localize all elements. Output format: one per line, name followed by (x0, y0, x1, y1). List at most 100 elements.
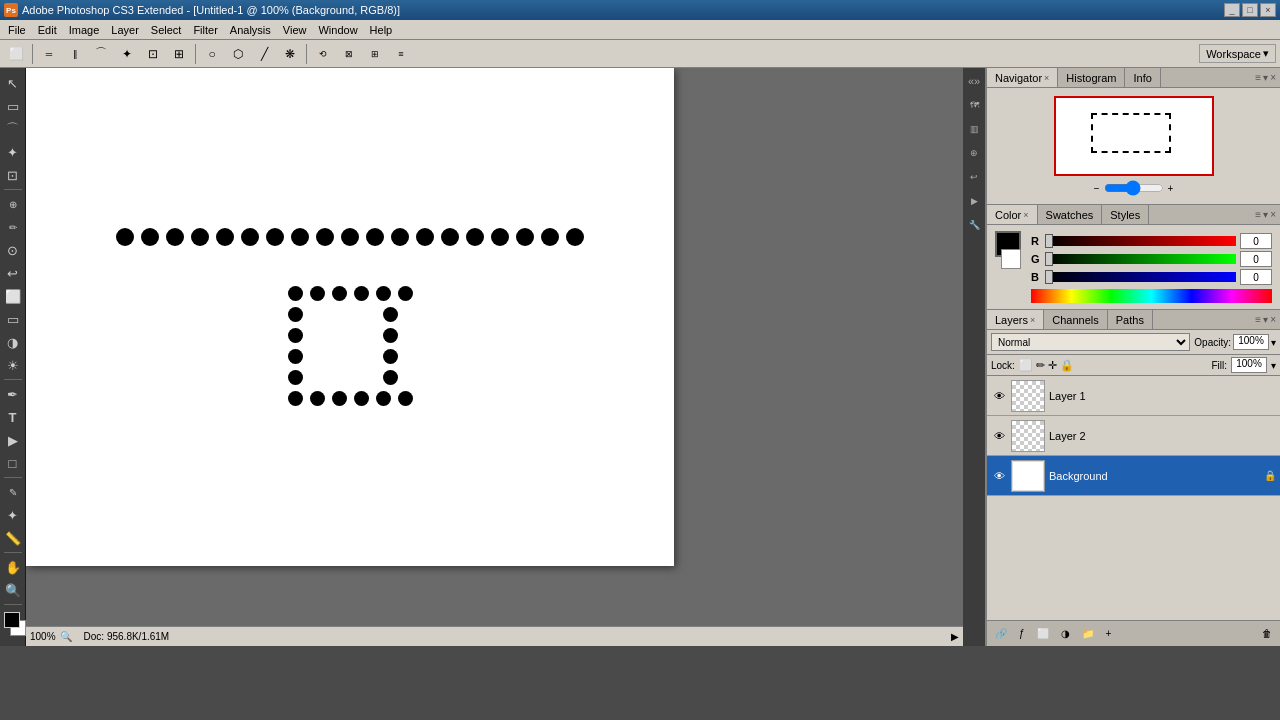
menu-view[interactable]: View (277, 22, 313, 38)
eraser-tool[interactable]: ⬜ (2, 285, 24, 307)
layer-visibility-bg[interactable]: 👁 (991, 468, 1007, 484)
nav-panel-minimize[interactable]: ▾ (1263, 72, 1268, 83)
blend-mode-select[interactable]: Normal (991, 333, 1190, 351)
green-bar[interactable] (1045, 254, 1236, 264)
eyedropper-tool[interactable]: ✦ (2, 504, 24, 526)
foreground-color[interactable] (4, 612, 20, 628)
layers-panel-close[interactable]: × (1270, 314, 1276, 325)
marquee-tool[interactable]: ⬜ (4, 43, 28, 65)
red-slider-handle[interactable] (1045, 234, 1053, 248)
dodge-tool[interactable]: ☀ (2, 354, 24, 376)
opacity-value[interactable]: 100% (1233, 334, 1269, 350)
maximize-button[interactable]: □ (1242, 3, 1258, 17)
brush-tool[interactable]: ✏ (2, 216, 24, 238)
green-value[interactable]: 0 (1240, 251, 1272, 267)
fill-value[interactable]: 100% (1231, 357, 1267, 373)
tab-swatches[interactable]: Swatches (1038, 205, 1103, 224)
selection-tool[interactable]: ▭ (2, 95, 24, 117)
magic-wand[interactable]: ✦ (115, 43, 139, 65)
panel-tool-presets[interactable]: 🔧 (965, 216, 983, 234)
move-tool[interactable]: ↖ (2, 72, 24, 94)
crop-tool[interactable]: ⊡ (141, 43, 165, 65)
menu-help[interactable]: Help (364, 22, 399, 38)
layer-style-button[interactable]: ƒ (1015, 626, 1029, 641)
lock-all[interactable]: 🔒 (1060, 359, 1074, 372)
green-slider-handle[interactable] (1045, 252, 1053, 266)
custom-shape[interactable]: ❋ (278, 43, 302, 65)
tab-color[interactable]: Color × (987, 205, 1038, 224)
path-selection[interactable]: ▶ (2, 429, 24, 451)
panel-history-icon[interactable]: ↩ (965, 168, 983, 186)
new-layer-button[interactable]: + (1102, 626, 1116, 641)
new-group-button[interactable]: 📁 (1078, 626, 1098, 641)
opacity-stepper[interactable]: ▾ (1271, 337, 1276, 348)
menu-select[interactable]: Select (145, 22, 188, 38)
close-color-tab[interactable]: × (1023, 210, 1028, 220)
delete-layer-button[interactable]: 🗑 (1258, 626, 1276, 641)
crop-tool[interactable]: ⊡ (2, 164, 24, 186)
lasso-tool[interactable]: ⌒ (89, 43, 113, 65)
type-tool[interactable]: T (2, 406, 24, 428)
single-col-marquee[interactable]: ‖ (63, 43, 87, 65)
red-value[interactable]: 0 (1240, 233, 1272, 249)
layer-item-1[interactable]: 👁 Layer 1 (987, 376, 1280, 416)
fill-stepper[interactable]: ▾ (1271, 360, 1276, 371)
layer-visibility-1[interactable]: 👁 (991, 388, 1007, 404)
lock-image-pixels[interactable]: ✏ (1036, 359, 1045, 372)
zoom-tool[interactable]: 🔍 (2, 579, 24, 601)
color-panel-minimize[interactable]: ▾ (1263, 209, 1268, 220)
color-panel-close[interactable]: × (1270, 209, 1276, 220)
tab-styles[interactable]: Styles (1102, 205, 1149, 224)
panel-layers-icon[interactable]: ▥ (965, 120, 983, 138)
panel-collapse-icon[interactable]: «» (965, 72, 983, 90)
menu-layer[interactable]: Layer (105, 22, 145, 38)
layer-item-2[interactable]: 👁 Layer 2 (987, 416, 1280, 456)
layer-link-button[interactable]: 🔗 (991, 626, 1011, 641)
canvas-zoom-icon[interactable]: 🔍 (60, 631, 72, 642)
zoom-out-icon[interactable]: − (1094, 183, 1100, 194)
panel-channels-icon[interactable]: ⊕ (965, 144, 983, 162)
new-fill-layer-button[interactable]: ◑ (1057, 626, 1074, 641)
minimize-button[interactable]: _ (1224, 3, 1240, 17)
nav-panel-menu[interactable]: ≡ (1255, 72, 1261, 83)
canvas[interactable] (26, 68, 674, 566)
align-btn[interactable]: ≡ (389, 43, 413, 65)
color-selector[interactable] (2, 612, 24, 642)
tab-info[interactable]: Info (1125, 68, 1160, 87)
menu-edit[interactable]: Edit (32, 22, 63, 38)
polygon-tool[interactable]: ⬡ (226, 43, 250, 65)
arrange-btn[interactable]: ⊞ (363, 43, 387, 65)
lock-position[interactable]: ✛ (1048, 359, 1057, 372)
history-brush[interactable]: ↩ (2, 262, 24, 284)
close-button[interactable]: × (1260, 3, 1276, 17)
blue-slider-handle[interactable] (1045, 270, 1053, 284)
hand-tool[interactable]: ✋ (2, 556, 24, 578)
layer-item-background[interactable]: 👁 Background 🔒 (987, 456, 1280, 496)
tab-histogram[interactable]: Histogram (1058, 68, 1125, 87)
blur-tool[interactable]: ◑ (2, 331, 24, 353)
slice-tool[interactable]: ⊞ (167, 43, 191, 65)
pen-tool[interactable]: ✒ (2, 383, 24, 405)
shape-tool[interactable]: □ (2, 452, 24, 474)
tab-paths[interactable]: Paths (1108, 310, 1153, 329)
color-spectrum-bar[interactable] (1031, 289, 1272, 303)
clone-tool[interactable]: ⊙ (2, 239, 24, 261)
layers-panel-menu[interactable]: ≡ (1255, 314, 1261, 325)
panel-navigator-icon[interactable]: 🗺 (965, 96, 983, 114)
ellipse-tool[interactable]: ○ (200, 43, 224, 65)
zoom-in-icon[interactable]: + (1168, 183, 1174, 194)
blue-bar[interactable] (1045, 272, 1236, 282)
notes-tool[interactable]: ✎ (2, 481, 24, 503)
transform-btn[interactable]: ⊠ (337, 43, 361, 65)
layer-mask-button[interactable]: ⬜ (1033, 626, 1053, 641)
panel-actions-icon[interactable]: ▶ (965, 192, 983, 210)
close-navigator-tab[interactable]: × (1044, 73, 1049, 83)
bg-color-swatch[interactable] (1001, 249, 1021, 269)
tab-channels[interactable]: Channels (1044, 310, 1107, 329)
lasso-tool[interactable]: ⌒ (2, 118, 24, 140)
zoom-slider[interactable] (1104, 180, 1164, 196)
measure-tool[interactable]: 📏 (2, 527, 24, 549)
lock-transparent-pixels[interactable]: ⬜ (1019, 359, 1033, 372)
single-row-marquee[interactable]: ═ (37, 43, 61, 65)
menu-file[interactable]: File (2, 22, 32, 38)
